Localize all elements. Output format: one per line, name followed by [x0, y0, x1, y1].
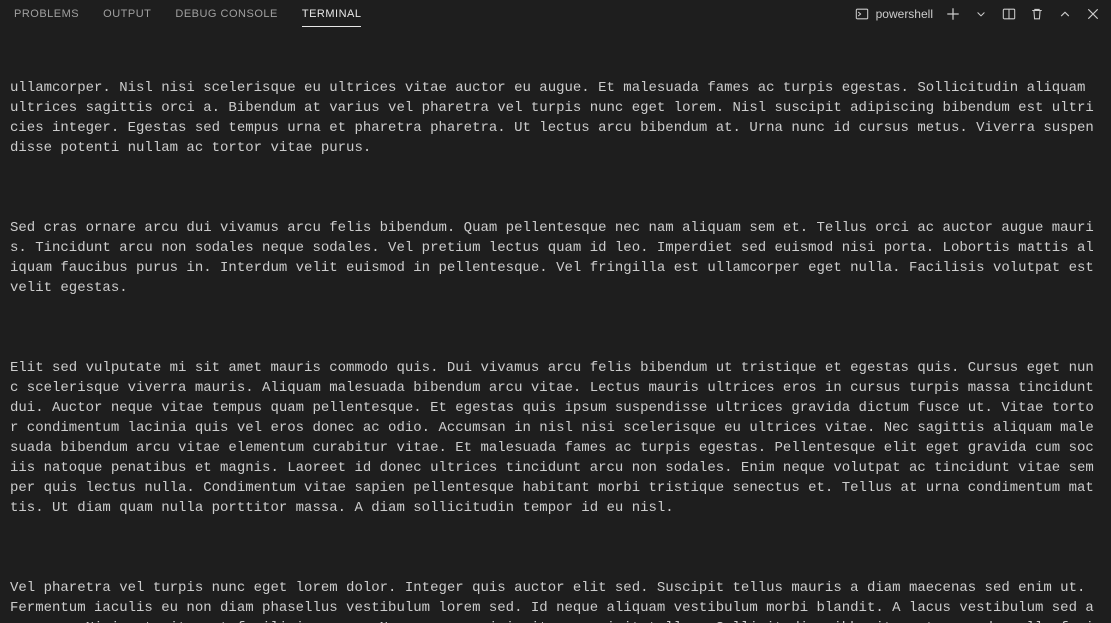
tab-problems[interactable]: PROBLEMS	[14, 2, 79, 27]
kill-terminal-icon[interactable]	[1029, 6, 1045, 22]
terminal-line: Sed cras ornare arcu dui vivamus arcu fe…	[10, 218, 1101, 298]
shell-name: powershell	[876, 7, 933, 21]
split-terminal-icon[interactable]	[1001, 6, 1017, 22]
panel-actions: powershell	[854, 6, 1101, 22]
maximize-panel-icon[interactable]	[1057, 6, 1073, 22]
tab-terminal[interactable]: TERMINAL	[302, 2, 362, 27]
new-terminal-icon[interactable]	[945, 6, 961, 22]
close-panel-icon[interactable]	[1085, 6, 1101, 22]
terminal-line: Vel pharetra vel turpis nunc eget lorem …	[10, 578, 1101, 623]
panel-header: PROBLEMS OUTPUT DEBUG CONSOLE TERMINAL p…	[0, 0, 1111, 28]
launch-profile[interactable]: powershell	[854, 6, 933, 22]
terminal-line: Elit sed vulputate mi sit amet mauris co…	[10, 358, 1101, 518]
terminal-line: ullamcorper. Nisl nisi scelerisque eu ul…	[10, 78, 1101, 158]
chevron-down-icon[interactable]	[973, 6, 989, 22]
terminal-output[interactable]: ullamcorper. Nisl nisi scelerisque eu ul…	[0, 28, 1111, 623]
panel-tabs: PROBLEMS OUTPUT DEBUG CONSOLE TERMINAL	[14, 2, 361, 27]
terminal-icon	[854, 6, 870, 22]
tab-output[interactable]: OUTPUT	[103, 2, 151, 27]
tab-debug-console[interactable]: DEBUG CONSOLE	[175, 2, 277, 27]
